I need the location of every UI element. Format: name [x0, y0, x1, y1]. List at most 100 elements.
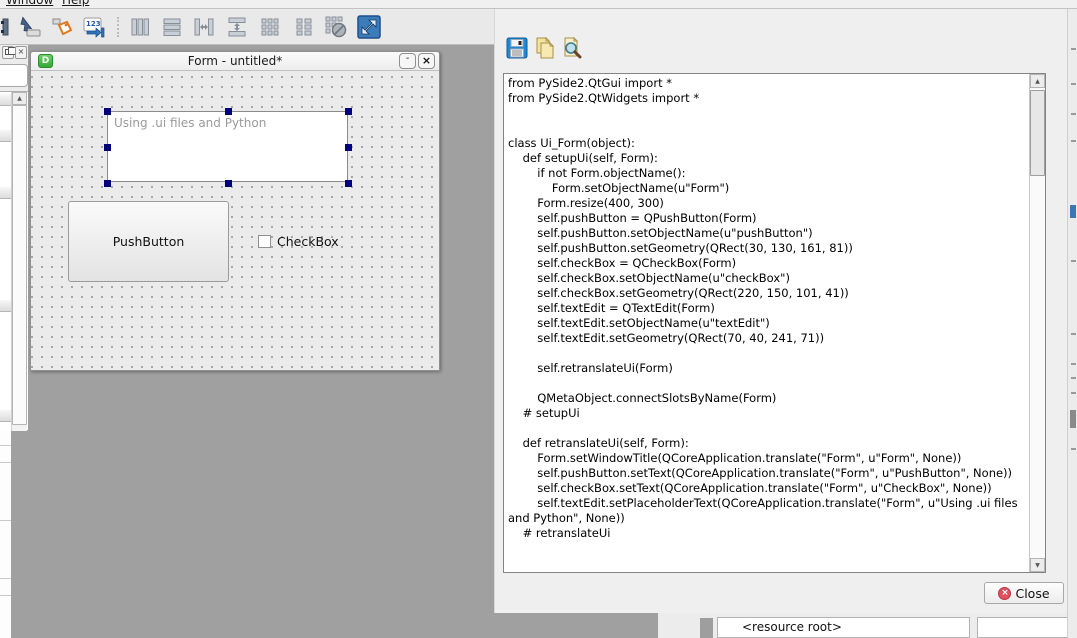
save-button[interactable]	[505, 36, 529, 60]
dock-float-button[interactable]	[2, 46, 14, 59]
form-designer-window: D Form - untitled* - × Using .ui files a…	[30, 51, 440, 371]
form-close-button[interactable]: ×	[418, 53, 435, 69]
scrollbar-thumb[interactable]	[12, 105, 27, 425]
scroll-up-icon[interactable]: ▲	[12, 92, 27, 105]
row-divider	[0, 595, 11, 596]
copy-icon	[533, 36, 557, 60]
copy-button[interactable]	[533, 36, 557, 60]
layout-splitter-horizontal-icon	[193, 16, 215, 38]
widget-category-bar[interactable]	[0, 93, 11, 106]
selection-handle[interactable]	[104, 108, 111, 115]
tree-mark	[1071, 48, 1076, 50]
scroll-down-icon[interactable]: ▼	[1030, 558, 1045, 572]
form-window-titlebar[interactable]: D Form - untitled* - ×	[31, 52, 439, 71]
right-panel-sliver	[1067, 9, 1077, 638]
layout-splitter-horizontal-button[interactable]	[191, 13, 217, 40]
edit-widgets-icon	[0, 16, 13, 38]
main-toolbar: 123	[0, 10, 494, 45]
tree-mark	[1071, 377, 1076, 379]
code-view[interactable]: from PySide2.QtGui import * from PySide2…	[503, 73, 1046, 573]
tree-mark	[1071, 333, 1076, 335]
scroll-up-icon[interactable]: ▲	[1030, 74, 1045, 88]
layout-horizontal-icon	[129, 16, 151, 38]
selection-handle[interactable]	[225, 108, 232, 115]
scrollbar-thumb[interactable]	[1030, 90, 1045, 176]
selection-handle[interactable]	[345, 144, 352, 151]
form-window-title: Form - untitled*	[31, 54, 439, 68]
widget-category-bar[interactable]	[0, 299, 11, 312]
float-icon	[5, 49, 11, 55]
layout-grid-icon	[259, 16, 281, 38]
toolbar-separator	[117, 17, 119, 37]
layout-grid-button[interactable]	[257, 13, 283, 40]
tree-mark	[1071, 363, 1076, 365]
adjust-size-button[interactable]	[356, 13, 382, 40]
widget-box-list[interactable]: ▲	[0, 91, 28, 430]
layout-form-button[interactable]	[291, 13, 317, 40]
textedit-placeholder: Using .ui files and Python	[114, 116, 266, 130]
checkbox-widget[interactable]	[258, 235, 271, 248]
selection-handle[interactable]	[225, 180, 232, 187]
resource-root-item[interactable]: <resource root>	[742, 620, 842, 634]
resource-files-list[interactable]	[977, 617, 1071, 638]
find-button[interactable]	[559, 36, 583, 60]
edit-tab-order-button[interactable]: 123	[81, 13, 107, 40]
selection-handle[interactable]	[345, 180, 352, 187]
menu-bar: Window Help	[0, 0, 1077, 9]
row-divider	[0, 520, 11, 521]
selection-handle[interactable]	[345, 108, 352, 115]
panel-corner	[700, 618, 713, 638]
checkbox-label[interactable]: CheckBox	[277, 234, 339, 249]
left-lower-panel	[0, 430, 11, 638]
qt-designer-screen: Window Help 123	[0, 0, 1077, 638]
menu-window[interactable]: Window	[6, 0, 53, 7]
layout-form-icon	[293, 16, 315, 38]
break-layout-icon	[324, 15, 348, 39]
svg-text:123: 123	[86, 20, 101, 28]
selection-handle[interactable]	[104, 180, 111, 187]
close-icon: ×	[18, 47, 25, 56]
row-divider	[0, 578, 11, 579]
layout-horizontal-button[interactable]	[127, 13, 153, 40]
textedit-widget[interactable]: Using .ui files and Python	[107, 111, 348, 182]
close-dialog-button[interactable]: × Close	[984, 582, 1064, 604]
selection-handle[interactable]	[104, 144, 111, 151]
dock-close-button[interactable]: ×	[15, 46, 27, 59]
layout-vertical-icon	[161, 16, 183, 38]
code-scrollbar[interactable]: ▲ ▼	[1029, 74, 1045, 572]
edit-signals-slots-icon	[19, 16, 41, 38]
form-minimize-button[interactable]: -	[399, 53, 416, 69]
widget-filter-input[interactable]	[0, 64, 28, 87]
edit-widgets-button[interactable]	[0, 13, 15, 40]
tree-mark	[1071, 140, 1076, 142]
tree-mark	[1071, 113, 1076, 115]
layout-vertical-button[interactable]	[159, 13, 185, 40]
widget-category-bar[interactable]	[0, 409, 11, 422]
edit-tab-order-icon: 123	[82, 15, 106, 39]
resource-browser-panel: <resource root>	[658, 613, 1077, 638]
edit-buddies-icon	[51, 16, 73, 38]
row-divider	[0, 462, 11, 463]
widget-box-scrollbar[interactable]: ▲	[11, 92, 27, 431]
break-layout-button[interactable]	[323, 13, 349, 40]
pushbutton-widget[interactable]: PushButton	[68, 201, 229, 282]
resource-tree[interactable]: <resource root>	[717, 617, 970, 638]
code-preview-text[interactable]: from PySide2.QtGui import * from PySide2…	[508, 76, 1029, 570]
layout-splitter-vertical-button[interactable]	[224, 13, 250, 40]
save-icon	[505, 36, 529, 60]
row-mark	[1070, 410, 1076, 428]
tree-mark	[1071, 392, 1076, 394]
close-circle-icon: ×	[998, 587, 1011, 600]
adjust-size-icon	[356, 14, 382, 40]
tree-mark	[1071, 448, 1076, 450]
widget-box-panel: × ▲	[0, 45, 28, 430]
widget-category-bar[interactable]	[0, 129, 11, 142]
layout-splitter-vertical-icon	[226, 16, 248, 38]
form-canvas[interactable]: Using .ui files and Python PushButton Ch…	[31, 71, 439, 370]
widget-category-bar[interactable]	[0, 186, 11, 199]
menu-help[interactable]: Help	[62, 0, 89, 7]
code-preview-dialog: from PySide2.QtGui import * from PySide2…	[494, 9, 1067, 613]
edit-signals-slots-button[interactable]	[17, 13, 43, 40]
edit-buddies-button[interactable]	[49, 13, 75, 40]
selected-row-mark	[1070, 205, 1076, 218]
